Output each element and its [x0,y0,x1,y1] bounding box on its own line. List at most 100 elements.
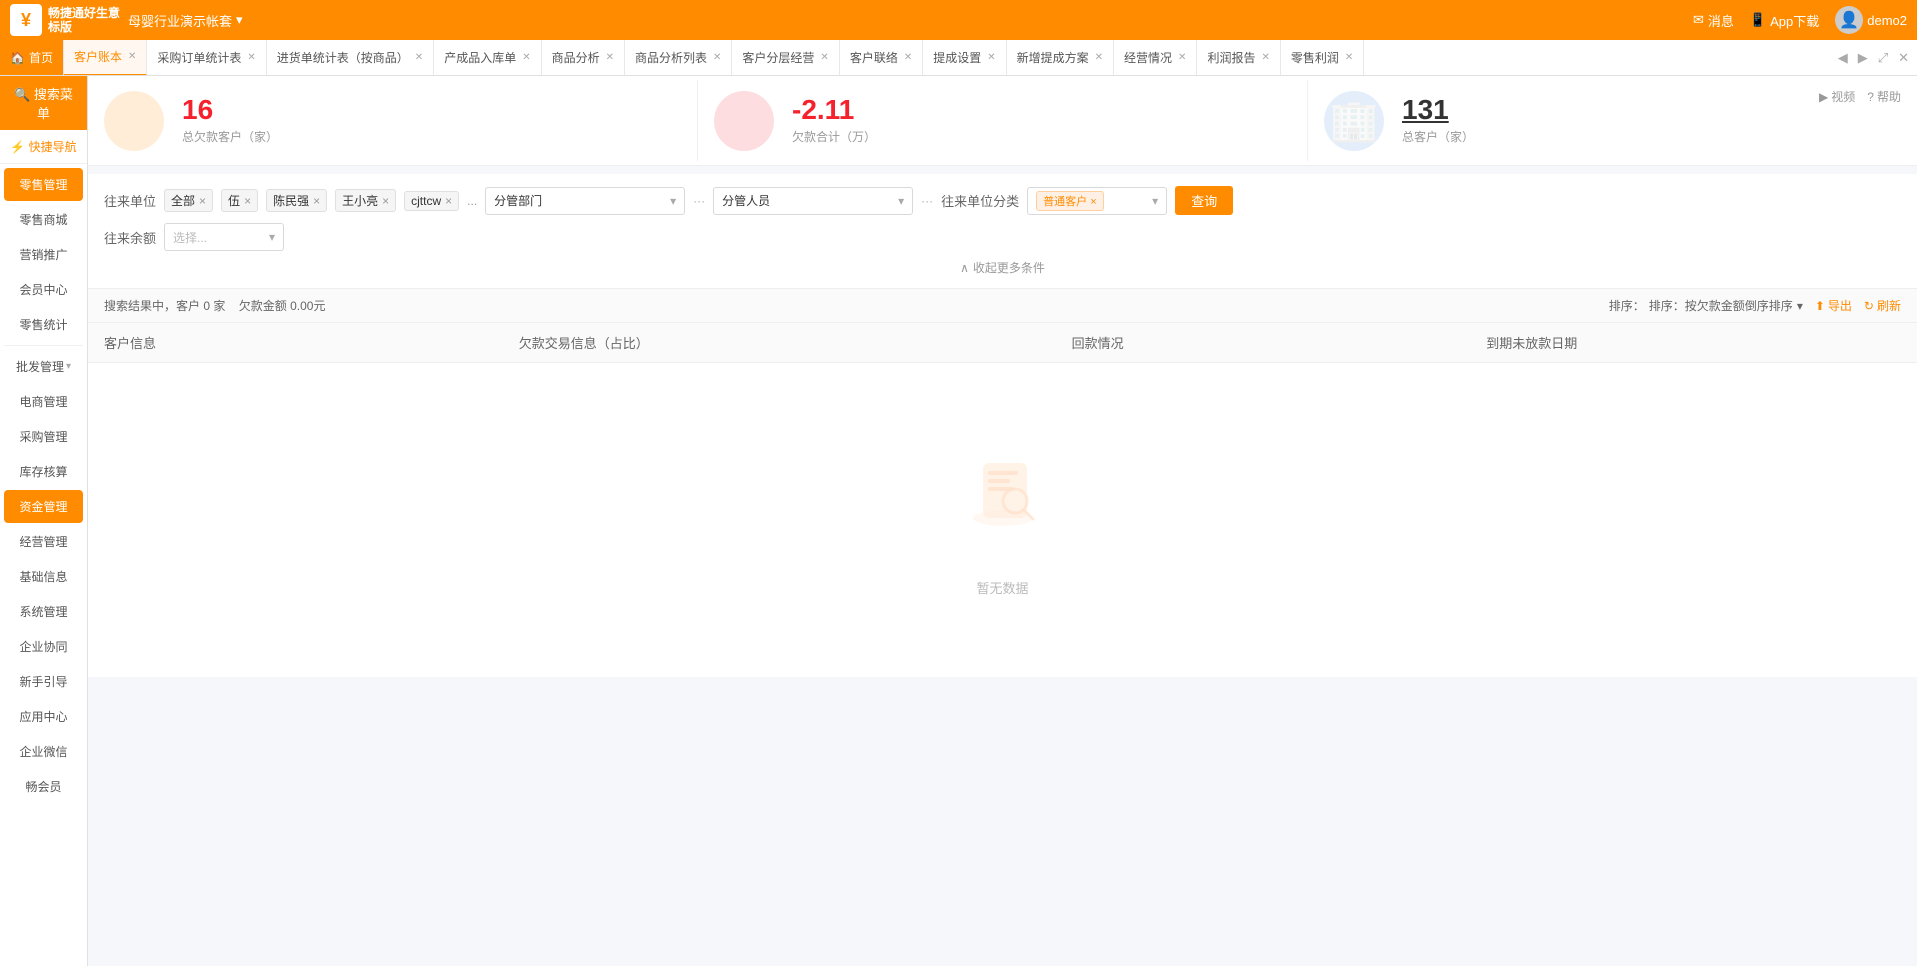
sidebar-item-system[interactable]: 系统管理 [4,595,83,628]
close-tab-icon[interactable]: ✕ [1095,52,1103,63]
sidebar-item-retail-mgmt[interactable]: 零售管理 [4,168,83,201]
category-select[interactable]: 普通客户 × ▾ [1027,187,1167,215]
sidebar-item-ecommerce[interactable]: 电商管理 [4,385,83,418]
help-doc-btn[interactable]: ? 帮助 [1867,88,1901,105]
sidebar-item-operation[interactable]: 经营管理 [4,525,83,558]
chevron-down-icon: ▾ [898,194,904,208]
category-label: 往来单位分类 [941,191,1019,210]
close-tab-icon[interactable]: ✕ [1261,52,1269,63]
tab-customer-contact[interactable]: 客户联络 ✕ [840,40,923,76]
sidebar-item-member-center[interactable]: 会员中心 [4,273,83,306]
close-tab-icon[interactable]: ✕ [1345,52,1353,63]
logo-icon: ¥ [10,4,42,36]
search-icon: 🔍 [14,87,30,102]
sidebar-item-inventory[interactable]: 库存核算 [4,455,83,488]
balance-select[interactable]: 选择... ▾ [164,223,284,251]
dept-select[interactable]: 分管部门 ▾ [485,187,685,215]
sidebar-search[interactable]: 🔍 搜索菜单 [0,76,87,130]
sidebar-item-marketing[interactable]: 营销推广 [4,238,83,271]
tab-product-analysis[interactable]: 商品分析 ✕ [542,40,625,76]
tabs-close-icon[interactable]: ✕ [1894,50,1913,66]
help-icon: ? [1867,90,1874,104]
close-tab-icon[interactable]: ✕ [820,52,828,63]
tab-inventory-stats[interactable]: 进货单统计表（按商品） ✕ [267,40,434,76]
empty-text: 暂无数据 [976,578,1028,597]
tabs-expand-icon[interactable]: ⤢ [1874,50,1892,66]
close-tab-icon[interactable]: ✕ [1178,52,1186,63]
tab-commission-settings[interactable]: 提成设置 ✕ [923,40,1006,76]
result-actions: 排序： 排序：按欠款金额倒序排序 ▾ ⬆ 导出 ↻ 刷新 [1609,297,1901,314]
dept-more-icon[interactable]: ··· [693,194,705,208]
tabs-next-icon[interactable]: ▶ [1854,50,1872,66]
quick-nav[interactable]: ⚡ 快捷导航 [0,130,87,164]
result-summary: 搜索结果中，客户 0 家 欠款金额 0.00元 [104,297,325,314]
tab-retail-profit[interactable]: 零售利润 ✕ [1281,40,1364,76]
tab-production-storage[interactable]: 产成品入库单 ✕ [434,40,541,76]
stat-total-debt: ❖ -2.11 欠款合计（万） [698,80,1308,161]
remove-cjttcw-tag[interactable]: × [445,194,452,208]
app-download-btn[interactable]: 📱 App下载 [1750,11,1819,30]
close-tab-icon[interactable]: ✕ [606,52,614,63]
sidebar-item-wechat[interactable]: 企业微信 [4,735,83,768]
tab-customer-ledger[interactable]: 客户账本 ✕ [64,40,147,76]
sort-select[interactable]: 排序： 排序：按欠款金额倒序排序 ▾ [1609,297,1803,314]
stat-label-1: 总欠款客户（家） [182,128,278,145]
category-tag: 普通客户 × [1036,191,1104,211]
stat-total-debt-customers: ¥ 16 总欠款客户（家） [88,80,698,161]
remove-wang-tag[interactable]: × [382,194,389,208]
sidebar-item-retail-stats[interactable]: 零售统计 [4,308,83,341]
balance-label: 往来余额 [104,228,156,247]
query-button[interactable]: 查询 [1175,186,1233,215]
message-btn[interactable]: ✉ 消息 [1693,11,1734,30]
tab-profit-report[interactable]: 利润报告 ✕ [1197,40,1280,76]
refresh-btn[interactable]: ↻ 刷新 [1864,297,1901,314]
close-tab-icon[interactable]: ✕ [713,52,721,63]
empty-icon [953,443,1053,562]
remove-all-tag[interactable]: × [199,194,206,208]
sidebar-item-retail-mall[interactable]: 零售商城 [4,203,83,236]
tabs-prev-icon[interactable]: ◀ [1834,50,1852,66]
more-tags-btn[interactable]: ... [467,194,477,208]
manager-more-icon[interactable]: ··· [921,194,933,208]
stat-icon-1: ¥ [104,91,164,151]
sidebar-item-finance[interactable]: 资金管理 [4,490,83,523]
close-tab-icon[interactable]: ✕ [415,52,423,63]
chevron-down-icon: ▾ [269,230,275,244]
play-icon: ▶ [1819,90,1828,104]
stat-value-3: 131 [1402,96,1474,124]
sidebar-item-wholesale[interactable]: 批发管理 ▾ [4,350,83,383]
video-help-btn[interactable]: ▶ 视频 [1819,88,1855,105]
user-avatar-btn[interactable]: 👤 demo2 [1835,6,1907,34]
sidebar-item-enterprise[interactable]: 企业协同 [4,630,83,663]
main-layout: 🔍 搜索菜单 ⚡ 快捷导航 零售管理 零售商城 营销推广 会员中心 零售统计 [0,76,1917,966]
stat-icon-2: ❖ [714,91,774,151]
account-selector[interactable]: 母婴行业演示帐套 ▾ [128,11,243,30]
close-tab-icon[interactable]: ✕ [247,52,255,63]
sidebar-item-app-center[interactable]: 应用中心 [4,700,83,733]
sidebar-item-member[interactable]: 畅会员 [4,770,83,803]
sidebar-item-basic-info[interactable]: 基础信息 [4,560,83,593]
tab-operation-status[interactable]: 经营情况 ✕ [1114,40,1197,76]
collapse-btn[interactable]: ∧ 收起更多条件 [104,259,1901,276]
result-bar: 搜索结果中，客户 0 家 欠款金额 0.00元 排序： 排序：按欠款金额倒序排序… [88,289,1917,323]
close-tab-icon[interactable]: ✕ [128,51,136,62]
sidebar-item-newbie[interactable]: 新手引导 [4,665,83,698]
tab-purchase-order-stats[interactable]: 采购订单统计表 ✕ [147,40,266,76]
remove-category-tag[interactable]: × [1090,196,1096,208]
top-header: ¥ 畅捷通好生意 标版 母婴行业演示帐套 ▾ ✉ 消息 📱 App下载 👤 de… [0,0,1917,40]
tab-product-analysis-list[interactable]: 商品分析列表 ✕ [625,40,732,76]
remove-chen-tag[interactable]: × [313,194,320,208]
logo-area: ¥ 畅捷通好生意 标版 [10,4,120,36]
remove-wu-tag[interactable]: × [244,194,251,208]
tab-home[interactable]: 🏠 首页 [0,40,64,76]
manager-select[interactable]: 分管人员 ▾ [713,187,913,215]
tab-new-commission[interactable]: 新增提成方案 ✕ [1007,40,1114,76]
logo-text: 畅捷通好生意 标版 [48,6,120,35]
close-tab-icon[interactable]: ✕ [522,52,530,63]
close-tab-icon[interactable]: ✕ [987,52,995,63]
close-tab-icon[interactable]: ✕ [904,52,912,63]
export-btn[interactable]: ⬆ 导出 [1815,297,1852,314]
sidebar-item-purchase[interactable]: 采购管理 [4,420,83,453]
sidebar-divider-1 [4,345,83,346]
tab-customer-tier[interactable]: 客户分层经营 ✕ [732,40,839,76]
